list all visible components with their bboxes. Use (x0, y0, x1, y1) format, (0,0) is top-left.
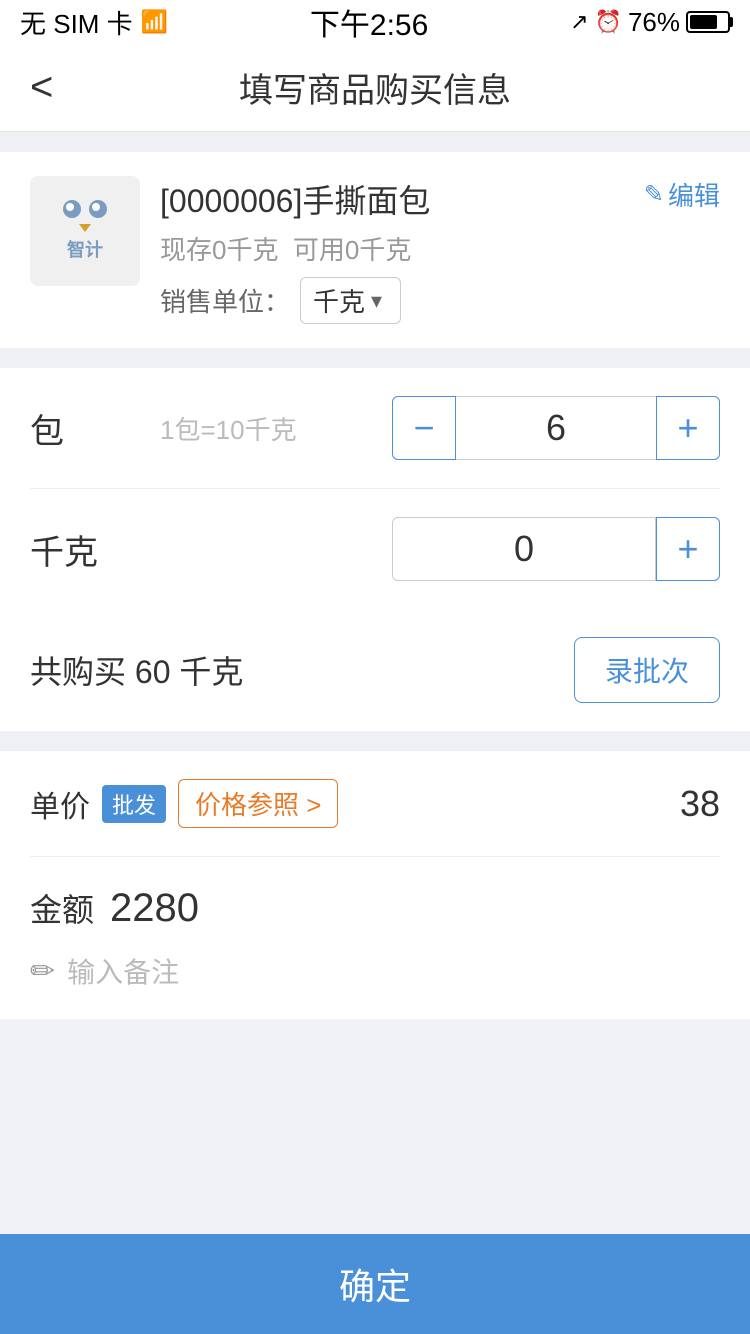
status-right: ↗ ⏰ 76% (570, 7, 730, 38)
price-ref-button[interactable]: 价格参照 > (178, 779, 338, 828)
kg-input-row: 千克 + (30, 489, 720, 609)
product-section: 智计 [0000006]手撕面包 现存0千克 可用0千克 销售单位： 千克 ✎ … (0, 152, 750, 348)
nav-bar: < 填写商品购买信息 (0, 44, 750, 132)
back-button[interactable]: < (30, 65, 53, 110)
bao-input-row: 包 1包=10千克 − + (30, 368, 720, 489)
product-unit-row: 销售单位： 千克 (160, 277, 624, 324)
status-bar: 无 SIM 卡 📶 下午2:56 ↗ ⏰ 76% (0, 0, 750, 44)
divider-2 (0, 348, 750, 368)
bao-stepper: − + (392, 396, 720, 460)
bao-decrement-button[interactable]: − (392, 396, 456, 460)
product-info: [0000006]手撕面包 现存0千克 可用0千克 销售单位： 千克 (160, 176, 624, 324)
price-tag: 批发 (102, 785, 166, 823)
battery-percent: 76% (628, 7, 680, 38)
status-time: 下午2:56 (310, 0, 428, 44)
product-stock: 现存0千克 可用0千克 (160, 230, 624, 267)
divider-1 (0, 132, 750, 152)
bao-increment-button[interactable]: + (656, 396, 720, 460)
alarm-icon: ⏰ (595, 9, 622, 35)
sim-label: 无 SIM 卡 (20, 4, 133, 41)
unit-label: 销售单位： (160, 282, 290, 319)
bao-input[interactable] (456, 396, 656, 460)
owl-beak (79, 224, 91, 232)
summary-text: 共购买 60 千克 (30, 647, 243, 693)
price-value: 38 (680, 783, 720, 825)
amount-label: 金额 (30, 885, 94, 931)
price-ref-label: 价格参照 > (195, 785, 321, 822)
battery-icon (686, 11, 730, 33)
divider-3 (0, 731, 750, 751)
amount-section: 金额 2280 ✏ 输入备注 (0, 857, 750, 1019)
note-placeholder: 输入备注 (67, 951, 179, 991)
wifi-icon: 📶 (141, 9, 168, 35)
product-thumbnail: 智计 (30, 176, 140, 286)
owl-text: 智计 (67, 236, 103, 262)
input-section: 包 1包=10千克 − + 千克 + (0, 368, 750, 609)
status-left: 无 SIM 卡 📶 (20, 4, 168, 41)
note-row[interactable]: ✏ 输入备注 (30, 951, 720, 991)
batch-button[interactable]: 录批次 (574, 637, 720, 703)
location-icon: ↗ (570, 9, 588, 35)
amount-row: 金额 2280 (30, 885, 720, 931)
owl-eye-right (89, 200, 107, 218)
owl-eyes (63, 200, 107, 218)
kg-label: 千克 (30, 525, 150, 574)
confirm-button[interactable]: 确定 (0, 1234, 750, 1334)
product-name: [0000006]手撕面包 (160, 176, 624, 222)
edit-button[interactable]: ✎ 编辑 (644, 176, 720, 213)
amount-value: 2280 (110, 886, 199, 931)
pencil-icon: ✏ (30, 954, 55, 989)
kg-stepper: + (392, 517, 720, 581)
page-title: 填写商品购买信息 (239, 63, 511, 112)
summary-section: 共购买 60 千克 录批次 (0, 609, 750, 731)
price-section: 单价 批发 价格参照 > 38 (0, 751, 750, 857)
edit-icon: ✎ (644, 180, 664, 209)
bao-hint: 1包=10千克 (160, 410, 392, 447)
gray-area (0, 1019, 750, 1234)
bao-label: 包 (30, 404, 150, 453)
price-row: 单价 批发 价格参照 > 38 (30, 779, 720, 857)
price-label: 单价 (30, 782, 90, 826)
owl-eye-left (63, 200, 81, 218)
unit-dropdown[interactable]: 千克 (300, 277, 401, 324)
kg-increment-button[interactable]: + (656, 517, 720, 581)
kg-input[interactable] (392, 517, 656, 581)
